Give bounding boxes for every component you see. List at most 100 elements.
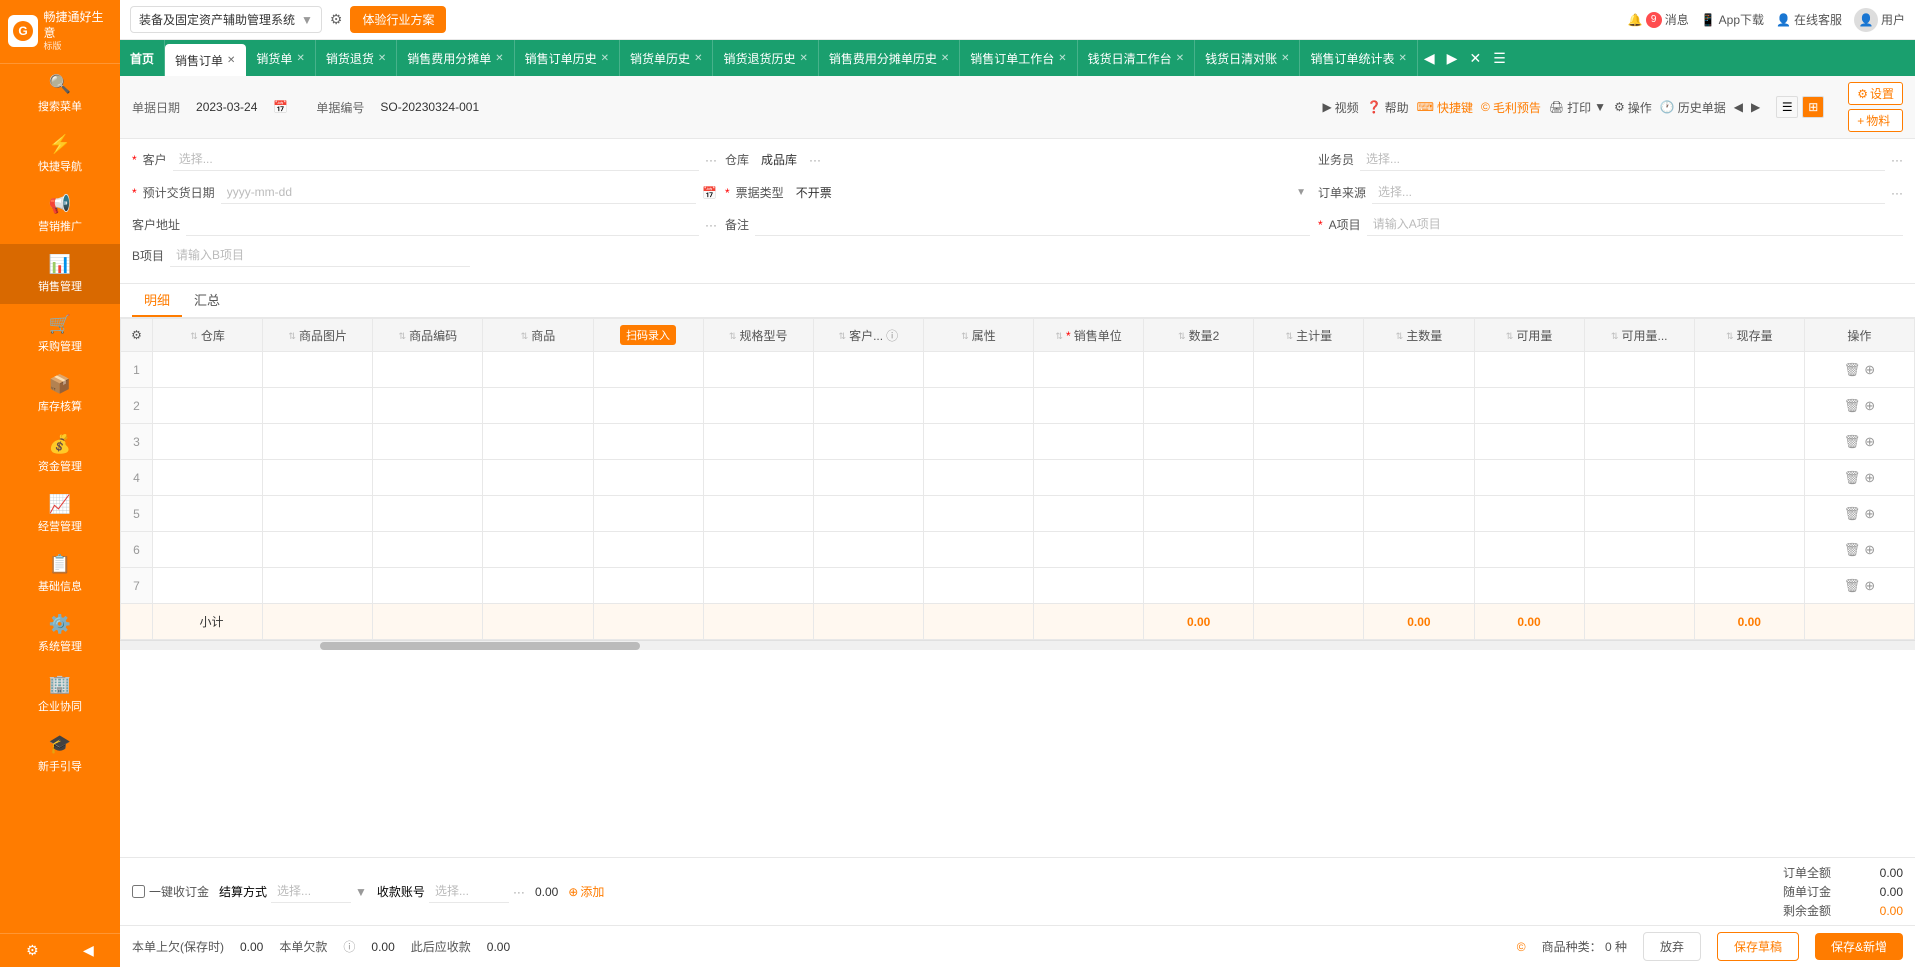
order-source-more-icon[interactable]: ··· [1891,186,1903,200]
tab-close-icon[interactable]: ✕ [601,53,609,64]
cell-product[interactable] [483,424,593,460]
cell-customer-code[interactable] [813,496,923,532]
cell-main-quantity[interactable] [1364,568,1474,604]
sidebar-item-purchase[interactable]: 🛒 采购管理 [0,304,120,364]
horizontal-scrollbar[interactable] [120,640,1915,650]
cell-attribute[interactable] [923,532,1033,568]
calendar-icon[interactable]: 📅 [273,100,288,114]
cell-main-unit[interactable] [1254,460,1364,496]
history-btn[interactable]: 🕐 历史单据 [1660,99,1726,116]
row-delete-btn[interactable]: 🗑 [1844,434,1861,450]
cell-main-quantity[interactable] [1364,388,1474,424]
row-delete-btn[interactable]: 🗑 [1844,398,1861,414]
cell-spec[interactable] [703,352,813,388]
cell-quantity2[interactable] [1144,496,1254,532]
cell-warehouse[interactable] [153,568,263,604]
detail-tab-summary[interactable]: 汇总 [182,284,232,317]
cell-product[interactable] [483,568,593,604]
cell-spec[interactable] [703,460,813,496]
row-delete-btn[interactable]: 🗑 [1844,578,1861,594]
receipt-more-icon[interactable]: ··· [513,885,525,899]
tab-home[interactable]: 首页 [120,40,165,76]
tab-close-icon[interactable]: ✕ [694,53,702,64]
cell-sales-unit[interactable] [1034,352,1144,388]
row-copy-btn[interactable]: ⊕ [1864,434,1875,450]
cell-main-unit[interactable] [1254,388,1364,424]
cell-sales-unit[interactable] [1034,460,1144,496]
shortcut-btn[interactable]: ⌨ 快捷键 [1417,99,1473,116]
cell-warehouse[interactable] [153,460,263,496]
row-delete-btn[interactable]: 🗑 [1844,470,1861,486]
cell-spec[interactable] [703,568,813,604]
warehouse-more-icon[interactable]: ··· [809,153,821,167]
row-delete-btn[interactable]: 🗑 [1844,506,1861,522]
cell-warehouse[interactable] [153,352,263,388]
cell-quantity2[interactable] [1144,460,1254,496]
tab-sales-order-workbench[interactable]: 销售订单工作台 ✕ [960,40,1077,76]
list-view-btn[interactable]: ☰ [1776,96,1798,118]
sales-person-more-icon[interactable]: ··· [1891,153,1903,167]
tab-close-icon[interactable]: ✕ [941,53,949,64]
sidebar-item-finance[interactable]: 💰 资金管理 [0,424,120,484]
sidebar-item-quick-nav[interactable]: ⚡ 快捷导航 [0,124,120,184]
tab-next-btn[interactable]: ▶ [1441,50,1464,67]
tab-close-icon[interactable]: ✕ [495,53,503,64]
print-btn[interactable]: 🖨 打印 ▼ [1549,99,1606,116]
tab-sales-return[interactable]: 销货单 ✕ [246,40,315,76]
cell-spec[interactable] [703,496,813,532]
cell-warehouse[interactable] [153,424,263,460]
sidebar-item-enterprise[interactable]: 🏢 企业协同 [0,664,120,724]
tab-close-icon[interactable]: ✕ [1058,53,1066,64]
cell-attribute[interactable] [923,424,1033,460]
cell-attribute[interactable] [923,388,1033,424]
checkout-checkbox-input[interactable] [132,885,145,898]
cell-product-code[interactable] [373,496,483,532]
cell-sales-unit[interactable] [1034,424,1144,460]
cell-main-quantity[interactable] [1364,424,1474,460]
cell-spec[interactable] [703,532,813,568]
sidebar-collapse-btn[interactable]: ◀ [83,942,94,959]
discard-btn[interactable]: 放弃 [1643,932,1701,961]
one-click-checkout-checkbox[interactable]: 一键收订金 [132,883,209,900]
save-new-btn[interactable]: 保存&新增 [1815,933,1903,960]
system-title[interactable]: 装备及固定资产辅助管理系统 ▼ [130,6,322,33]
cell-attribute[interactable] [923,352,1033,388]
cell-quantity2[interactable] [1144,388,1254,424]
sidebar-item-base-info[interactable]: 📋 基础信息 [0,544,120,604]
sidebar-item-operations[interactable]: 📈 经营管理 [0,484,120,544]
save-draft-btn[interactable]: 保存草稿 [1717,932,1799,961]
notification-btn[interactable]: 🔔 9 消息 [1628,11,1689,28]
industry-btn[interactable]: 体验行业方案 [350,6,446,33]
cell-product-code[interactable] [373,424,483,460]
cell-customer-code[interactable] [813,460,923,496]
settlement-input[interactable] [271,880,351,903]
tab-close-icon[interactable]: ✕ [1399,53,1407,64]
cell-product-code[interactable] [373,568,483,604]
gear-icon[interactable]: ⚙ [131,328,142,342]
cell-customer-code[interactable] [813,388,923,424]
row-copy-btn[interactable]: ⊕ [1864,362,1875,378]
tab-close-icon[interactable]: ✕ [1176,53,1184,64]
settings-icon[interactable]: ⚙ [330,11,343,28]
tab-close-icon[interactable]: ✕ [1281,53,1289,64]
tab-sales-order-history[interactable]: 销售订单历史 ✕ [515,40,620,76]
cell-customer-code[interactable] [813,568,923,604]
user-btn[interactable]: 👤 用户 [1854,8,1905,32]
grid-view-btn[interactable]: ⊞ [1802,96,1824,118]
cell-product[interactable] [483,352,593,388]
row-copy-btn[interactable]: ⊕ [1864,470,1875,486]
cell-customer-code[interactable] [813,352,923,388]
scan-input-btn[interactable]: 扫码录入 [620,325,676,345]
scrollbar-thumb[interactable] [320,642,640,650]
customer-more-icon[interactable]: ··· [705,153,717,167]
cell-quantity2[interactable] [1144,424,1254,460]
sidebar-item-search[interactable]: 🔍 搜索菜单 [0,64,120,124]
row-copy-btn[interactable]: ⊕ [1864,398,1875,414]
cell-customer-code[interactable] [813,532,923,568]
add-material-btn[interactable]: + 物料 [1848,109,1903,132]
settings-panel-btn[interactable]: ⚙ 设置 [1848,82,1903,105]
sidebar-item-guide[interactable]: 🎓 新手引导 [0,724,120,784]
cell-attribute[interactable] [923,460,1033,496]
tab-close-icon[interactable]: ✕ [799,53,807,64]
tab-close-all-btn[interactable]: ✕ [1463,50,1487,67]
